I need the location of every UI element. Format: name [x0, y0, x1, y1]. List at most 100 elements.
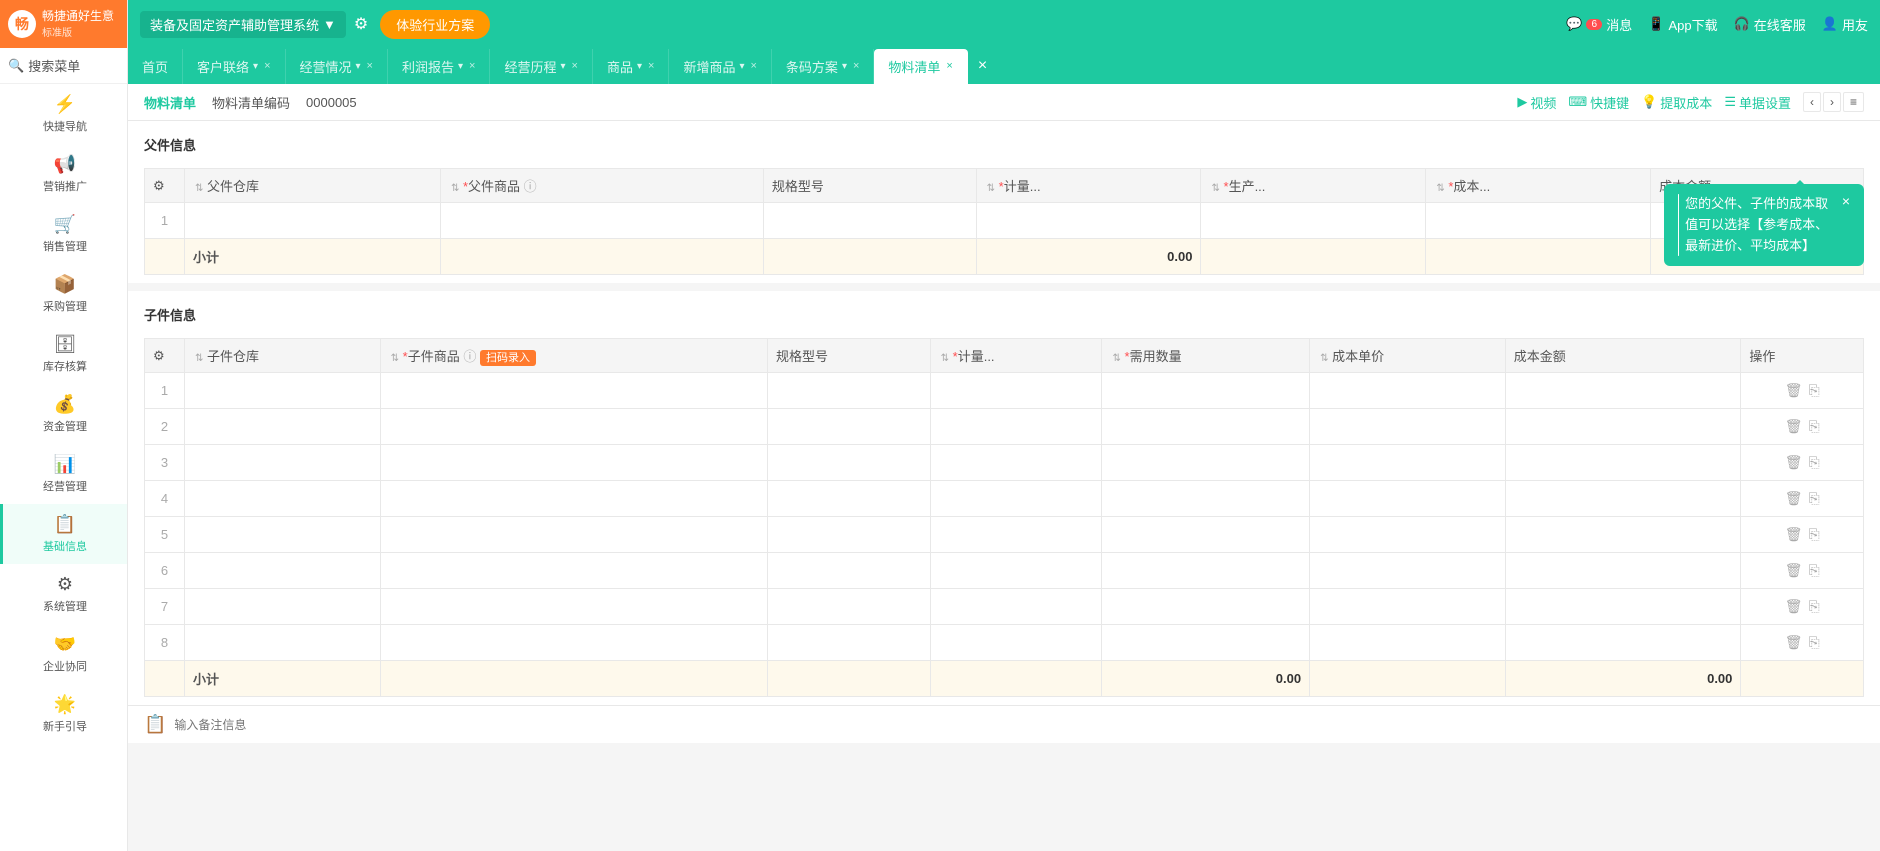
copy-icon[interactable]: ⎘	[1808, 598, 1819, 615]
delete-icon[interactable]: 🗑	[1785, 526, 1803, 543]
child-unit-cell[interactable]	[930, 517, 1102, 553]
tab-history[interactable]: 经营历程 ▾ ×	[490, 49, 592, 84]
child-unit-cell[interactable]	[930, 445, 1102, 481]
copy-icon[interactable]: ⎘	[1808, 490, 1819, 507]
child-warehouse-cell[interactable]	[185, 625, 381, 661]
child-warehouse-cell[interactable]	[185, 409, 381, 445]
single-settings-action[interactable]: ☰ 单据设置	[1724, 93, 1791, 112]
user-menu[interactable]: 👤 用友	[1822, 15, 1868, 34]
child-unit-cost-cell[interactable]	[1310, 625, 1506, 661]
remark-input[interactable]	[174, 718, 1864, 732]
child-unit-cell[interactable]	[930, 625, 1102, 661]
trial-button[interactable]: 体验行业方案	[380, 10, 490, 39]
tab-barcode[interactable]: 条码方案 ▾ ×	[772, 49, 874, 84]
child-product-cell[interactable]	[380, 517, 767, 553]
parent-unit-cell[interactable]	[976, 203, 1201, 239]
child-warehouse-cell[interactable]	[185, 445, 381, 481]
gear-button[interactable]: ⚙	[354, 14, 368, 34]
tab-profit[interactable]: 利润报告 ▾ ×	[388, 49, 490, 84]
child-unit-cell[interactable]	[930, 373, 1102, 409]
child-warehouse-cell[interactable]	[185, 481, 381, 517]
child-warehouse-cell[interactable]	[185, 517, 381, 553]
child-spec-cell[interactable]	[767, 373, 930, 409]
sidebar-item-enterprise[interactable]: 🤝 企业协同	[0, 624, 127, 684]
delete-icon[interactable]: 🗑	[1785, 562, 1803, 579]
child-unit-cell[interactable]	[930, 409, 1102, 445]
child-quantity-cell[interactable]	[1102, 373, 1310, 409]
tab-new-goods[interactable]: 新增商品 ▾ ×	[669, 49, 771, 84]
sidebar-item-purchase[interactable]: 📦 采购管理	[0, 264, 127, 324]
child-unit-cost-cell[interactable]	[1310, 409, 1506, 445]
sidebar-item-basic-info[interactable]: 📋 基础信息	[0, 504, 127, 564]
child-spec-cell[interactable]	[767, 553, 930, 589]
child-spec-cell[interactable]	[767, 445, 930, 481]
close-all-tabs[interactable]: ×	[968, 57, 997, 75]
child-product-cell[interactable]	[380, 589, 767, 625]
tab-close[interactable]: ×	[469, 60, 475, 72]
parent-warehouse-cell[interactable]	[185, 203, 441, 239]
tab-customer[interactable]: 客户联络 ▾ ×	[183, 49, 285, 84]
child-quantity-cell[interactable]	[1102, 553, 1310, 589]
video-action[interactable]: ▶ 视频	[1517, 93, 1556, 112]
delete-icon[interactable]: 🗑	[1785, 418, 1803, 435]
child-unit-cost-cell[interactable]	[1310, 445, 1506, 481]
child-unit-cost-cell[interactable]	[1310, 589, 1506, 625]
child-warehouse-cell[interactable]	[185, 553, 381, 589]
tab-close[interactable]: ×	[648, 60, 654, 72]
child-quantity-cell[interactable]	[1102, 625, 1310, 661]
app-download-button[interactable]: 📱 App下载	[1648, 15, 1717, 34]
shortcut-action[interactable]: ⌨ 快捷键	[1568, 93, 1629, 112]
child-unit-cost-cell[interactable]	[1310, 481, 1506, 517]
child-quantity-cell[interactable]	[1102, 517, 1310, 553]
system-selector[interactable]: 装备及固定资产辅助管理系统 ▼	[140, 11, 346, 38]
list-btn[interactable]: ≡	[1843, 92, 1864, 112]
copy-icon[interactable]: ⎘	[1808, 418, 1819, 435]
child-spec-cell[interactable]	[767, 589, 930, 625]
child-unit-cell[interactable]	[930, 481, 1102, 517]
delete-icon[interactable]: 🗑	[1785, 454, 1803, 471]
tab-close[interactable]: ×	[572, 60, 578, 72]
copy-icon[interactable]: ⎘	[1808, 454, 1819, 471]
next-btn[interactable]: ›	[1823, 92, 1841, 112]
delete-icon[interactable]: 🗑	[1785, 382, 1803, 399]
child-quantity-cell[interactable]	[1102, 589, 1310, 625]
child-col-settings[interactable]: ⚙	[145, 339, 185, 373]
child-unit-cost-cell[interactable]	[1310, 517, 1506, 553]
tab-home[interactable]: 首页	[128, 49, 183, 84]
scan-badge[interactable]: 扫码录入	[480, 350, 536, 366]
delete-icon[interactable]: 🗑	[1785, 490, 1803, 507]
child-unit-cell[interactable]	[930, 589, 1102, 625]
copy-icon[interactable]: ⎘	[1808, 382, 1819, 399]
child-product-cell[interactable]	[380, 553, 767, 589]
child-warehouse-cell[interactable]	[185, 373, 381, 409]
delete-icon[interactable]: 🗑	[1785, 634, 1803, 651]
child-spec-cell[interactable]	[767, 517, 930, 553]
tab-close[interactable]: ×	[750, 60, 756, 72]
tab-goods[interactable]: 商品 ▾ ×	[593, 49, 669, 84]
child-product-cell[interactable]	[380, 625, 767, 661]
sidebar-item-marketing[interactable]: 📢 营销推广	[0, 144, 127, 204]
child-product-cell[interactable]	[380, 445, 767, 481]
prev-btn[interactable]: ‹	[1803, 92, 1821, 112]
copy-icon[interactable]: ⎘	[1808, 562, 1819, 579]
child-spec-cell[interactable]	[767, 625, 930, 661]
tab-close-active[interactable]: ×	[946, 60, 952, 72]
sidebar-item-inventory[interactable]: 🗄 库存核算	[0, 324, 127, 384]
sidebar-item-guide[interactable]: 🌟 新手引导	[0, 684, 127, 744]
child-product-cell[interactable]	[380, 373, 767, 409]
child-unit-cell[interactable]	[930, 553, 1102, 589]
online-support-button[interactable]: 🎧 在线客服	[1734, 15, 1806, 34]
parent-product-cell[interactable]	[440, 203, 763, 239]
delete-icon[interactable]: 🗑	[1785, 598, 1803, 615]
sidebar-search[interactable]: 🔍 搜索菜单	[0, 48, 127, 84]
tooltip-close-button[interactable]: ×	[1842, 194, 1850, 208]
child-product-cell[interactable]	[380, 409, 767, 445]
sidebar-item-system[interactable]: ⚙ 系统管理	[0, 564, 127, 624]
tab-close[interactable]: ×	[264, 60, 270, 72]
message-button[interactable]: 💬 6 消息	[1566, 15, 1632, 34]
child-quantity-cell[interactable]	[1102, 409, 1310, 445]
sidebar-item-operations[interactable]: 📊 经营管理	[0, 444, 127, 504]
child-product-cell[interactable]	[380, 481, 767, 517]
parent-cost-cell[interactable]	[1426, 203, 1651, 239]
tab-close[interactable]: ×	[367, 60, 373, 72]
